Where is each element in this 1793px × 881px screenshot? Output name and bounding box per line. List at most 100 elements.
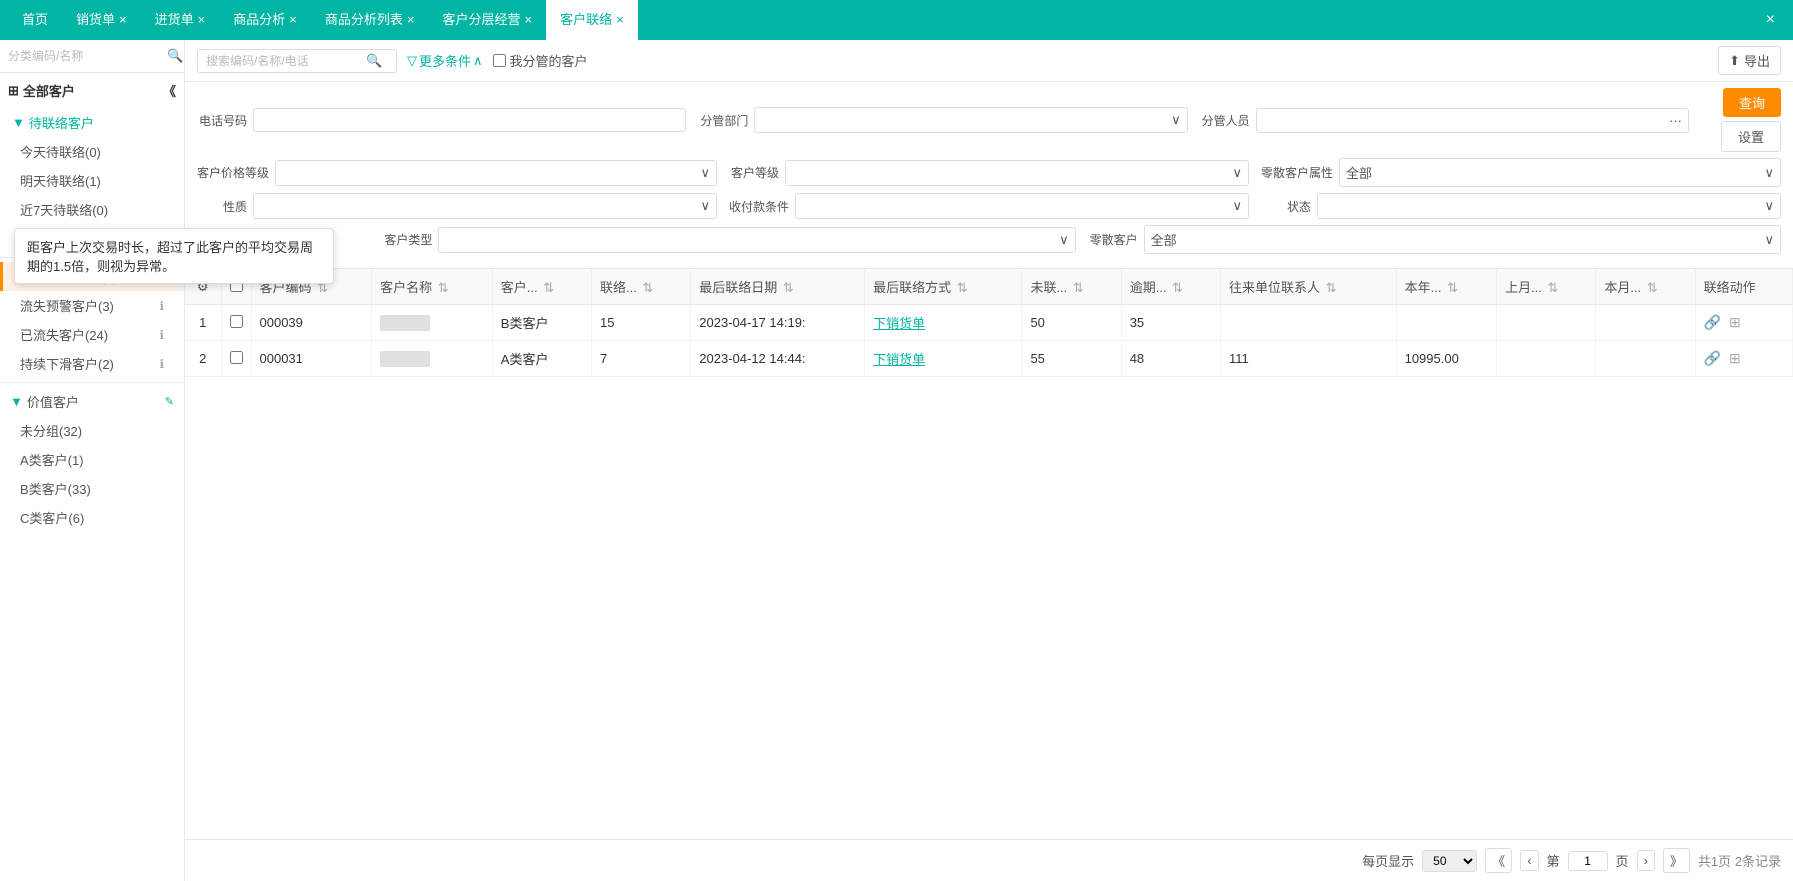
row2-last-method[interactable]: 下销货单 (865, 341, 1022, 377)
my-customers-checkbox-group: 我分管的客户 (493, 51, 588, 70)
sort-type-icon[interactable]: ⇅ (543, 280, 554, 295)
row1-this-year (1396, 305, 1496, 341)
sort-last-method-icon[interactable]: ⇅ (957, 280, 968, 295)
sidebar-item-today-pending[interactable]: 今天待联络(0) (0, 137, 184, 166)
sidebar-item-class-b[interactable]: B类客户(33) (0, 474, 184, 503)
sidebar-search-icon[interactable]: 🔍 (167, 48, 183, 64)
customer-table: ⚙ 客户编码 ⇅ 客户名称 ⇅ (185, 269, 1793, 377)
row2-grid-icon[interactable]: ⊞ (1729, 350, 1741, 367)
row2-select-checkbox[interactable] (230, 351, 243, 364)
table-header-this-year: 本年... ⇅ (1396, 269, 1496, 305)
edit-value-group-icon[interactable]: ✎ (165, 395, 174, 408)
row1-checkbox[interactable] (221, 305, 251, 341)
dept-select[interactable]: ∨ (754, 107, 1187, 133)
next-page-button[interactable]: › (1637, 850, 1655, 871)
row1-select-checkbox[interactable] (230, 315, 243, 328)
field-customer-level: 客户等级 ∨ (729, 160, 1249, 186)
row1-settings: 1 (185, 305, 221, 341)
sidebar-item-unclassified[interactable]: 未分组(32) (0, 416, 184, 445)
manager-select[interactable]: ··· (1256, 108, 1689, 133)
info-icon-churn: ℹ (159, 299, 164, 313)
prev-page-button[interactable]: ‹ (1520, 850, 1538, 871)
phone-input[interactable] (253, 108, 686, 132)
my-customers-checkbox[interactable] (493, 54, 506, 67)
export-button[interactable]: ⬆ 导出 (1718, 46, 1781, 75)
retail-attr-label: 零散客户属性 (1261, 164, 1333, 181)
table-header-overdue: 逾期... ⇅ (1121, 269, 1220, 305)
nature-select[interactable]: ∨ (253, 193, 717, 219)
filter-settings-button[interactable]: 设置 (1721, 121, 1781, 152)
main-search-bar: 🔍 (197, 49, 397, 73)
nav-item-product-list[interactable]: 商品分析列表 × (311, 0, 429, 40)
field-nature: 性质 ∨ (197, 193, 717, 219)
retail-attr-select[interactable]: 全部 ∨ (1339, 158, 1781, 187)
first-page-button[interactable]: 《 (1485, 848, 1512, 873)
customer-type-select[interactable]: ∨ (438, 227, 1075, 253)
status-select[interactable]: ∨ (1317, 193, 1781, 219)
table-row: 1 000039 B类客户 15 2023-04-17 14:19: (185, 305, 1793, 341)
total-records-label: 共1页 2条记录 (1698, 851, 1781, 870)
sort-last-date-icon[interactable]: ⇅ (783, 280, 794, 295)
row2-checkbox[interactable] (221, 341, 251, 377)
filter-row-1: 电话号码 分管部门 ∨ 分管人员 (197, 88, 1781, 152)
sidebar-item-declining[interactable]: 持续下滑客户(2) ℹ (0, 349, 184, 378)
sidebar-search-input[interactable] (8, 49, 163, 63)
sidebar-item-7days-pending[interactable]: 近7天待联络(0) (0, 195, 184, 224)
main-search-input[interactable] (206, 54, 366, 68)
row1-grid-icon[interactable]: ⊞ (1729, 314, 1741, 331)
row1-overdue: 35 (1121, 305, 1220, 341)
customer-type-label: 客户类型 (382, 231, 432, 248)
table-header-this-month: 本月... ⇅ (1596, 269, 1695, 305)
row1-name (372, 305, 493, 341)
sidebar-item-churn-warning[interactable]: 流失预警客户(3) ℹ (0, 291, 184, 320)
sort-contact-person-icon[interactable]: ⇅ (1326, 280, 1337, 295)
row1-link-icon[interactable]: 🔗 (1704, 314, 1721, 331)
page-input[interactable] (1568, 851, 1608, 871)
chevron-status-icon: ∨ (1764, 198, 1774, 214)
nav-item-product-analysis[interactable]: 商品分析 × (219, 0, 311, 40)
sidebar-item-class-a[interactable]: A类客户(1) (0, 445, 184, 474)
sort-contact-count-icon[interactable]: ⇅ (643, 280, 654, 295)
sort-this-month-icon[interactable]: ⇅ (1647, 280, 1658, 295)
info-icon-declining: ℹ (159, 357, 164, 371)
window-close-button[interactable]: × (1756, 11, 1785, 29)
more-conditions-button[interactable]: ▽ 更多条件 ∧ (407, 51, 483, 70)
sidebar-group-value-customers[interactable]: ▼ 价值客户 ✎ (0, 387, 184, 416)
chevron-type-icon: ∨ (1059, 232, 1069, 248)
sidebar-item-class-c[interactable]: C类客户(6) (0, 503, 184, 532)
nav-item-customer-contact[interactable]: 客户联络 × (546, 0, 638, 40)
all-customers-header[interactable]: ⊞ 全部客户 《 (0, 73, 184, 108)
query-button[interactable]: 查询 (1723, 88, 1781, 117)
sort-name-icon[interactable]: ⇅ (438, 280, 449, 295)
payment-select[interactable]: ∨ (795, 193, 1249, 219)
customer-level-select[interactable]: ∨ (785, 160, 1249, 186)
sidebar-body: ⊞ 全部客户 《 ▼ 待联络客户 今天待联络(0) 明天待联络(1) 近7天待联… (0, 73, 184, 881)
sort-overdue-icon[interactable]: ⇅ (1172, 280, 1183, 295)
nav-item-purchase[interactable]: 进货单 × (141, 0, 220, 40)
price-level-select[interactable]: ∨ (275, 160, 717, 186)
row2-link-icon[interactable]: 🔗 (1704, 350, 1721, 367)
row2-last-month (1497, 341, 1596, 377)
retail-customer-label: 零散客户 (1088, 231, 1138, 248)
row2-settings: 2 (185, 341, 221, 377)
row1-this-month (1596, 305, 1695, 341)
row1-last-method[interactable]: 下销货单 (865, 305, 1022, 341)
sidebar-group-pending-contact[interactable]: ▼ 待联络客户 (0, 108, 184, 137)
last-page-button[interactable]: 》 (1663, 848, 1690, 873)
row1-code: 000039 (251, 305, 372, 341)
chevron-dept-icon: ∨ (1171, 112, 1181, 128)
table-header-last-method: 最后联络方式 ⇅ (865, 269, 1022, 305)
main-search-icon[interactable]: 🔍 (366, 53, 382, 69)
sidebar-item-churned[interactable]: 已流失客户(24) ℹ (0, 320, 184, 349)
retail-customer-select[interactable]: 全部 ∨ (1144, 225, 1781, 254)
page-size-select[interactable]: 50 20 100 (1422, 850, 1477, 872)
row2-action: 🔗 ⊞ (1695, 341, 1792, 377)
sidebar-collapse-icon[interactable]: 《 (163, 81, 176, 100)
nav-item-customer-tier[interactable]: 客户分层经营 × (428, 0, 546, 40)
sort-this-year-icon[interactable]: ⇅ (1447, 280, 1458, 295)
sort-last-month-icon[interactable]: ⇅ (1548, 280, 1559, 295)
nav-item-sales[interactable]: 销货单 × (62, 0, 141, 40)
nav-item-home[interactable]: 首页 (8, 0, 62, 40)
sort-uncontacted-icon[interactable]: ⇅ (1073, 280, 1084, 295)
sidebar-item-tomorrow-pending[interactable]: 明天待联络(1) (0, 166, 184, 195)
